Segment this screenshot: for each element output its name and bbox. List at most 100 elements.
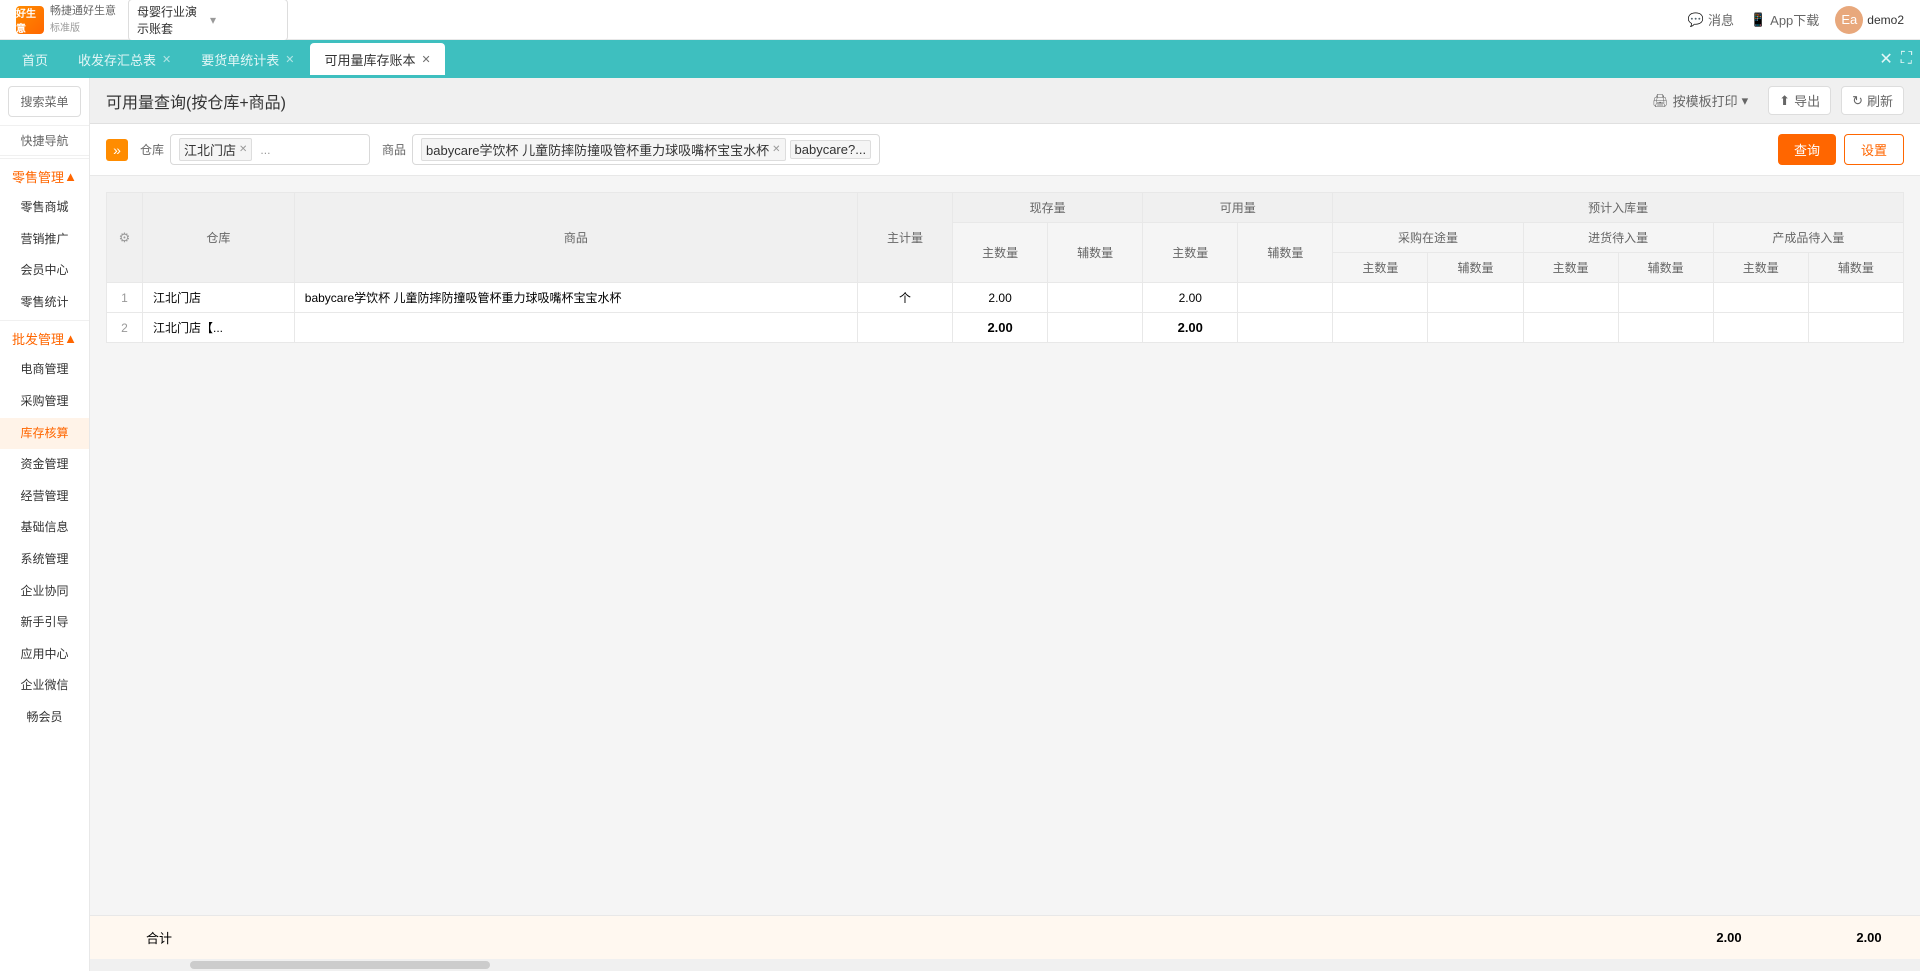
tab-available-stock-close-icon[interactable]: ✕ — [422, 53, 431, 66]
sidebar-divider-2 — [0, 320, 89, 321]
row2-avail-aux — [1238, 313, 1333, 343]
product-filter-label: 商品 — [382, 141, 406, 158]
data-table: ⚙ 仓库 商品 主计量 现存量 可用量 预计入库量 主数量 辅数量 主数量 辅数… — [106, 192, 1904, 343]
tab-receive-summary-close-icon[interactable]: ✕ — [162, 53, 171, 66]
sidebar-item-retail-mall[interactable]: 零售商城 — [0, 192, 89, 224]
sidebar-item-app-center[interactable]: 应用中心 — [0, 639, 89, 671]
footer-avail-main-total: 2.00 — [1834, 924, 1904, 951]
print-chevron-icon: ▾ — [1742, 93, 1749, 109]
col-pt-aux-header: 辅数量 — [1428, 253, 1523, 283]
row2-pt-aux — [1428, 313, 1523, 343]
sidebar-group-wholesale[interactable]: 批发管理 ▲ — [0, 323, 89, 354]
tab-receive-summary[interactable]: 收发存汇总表 ✕ — [64, 43, 185, 75]
sidebar-item-finance[interactable]: 资金管理 — [0, 449, 89, 481]
tab-available-stock[interactable]: 可用量库存账本 ✕ — [310, 43, 444, 75]
user-area[interactable]: Ea demo2 — [1835, 6, 1904, 34]
refresh-button[interactable]: ↻ 刷新 — [1841, 86, 1904, 115]
row2-stock-main: 2.00 — [953, 313, 1048, 343]
sidebar-item-marketing[interactable]: 营销推广 — [0, 224, 89, 256]
sidebar-item-enterprise-wechat[interactable]: 企业微信 — [0, 670, 89, 702]
tab-order-stats[interactable]: 要货单统计表 ✕ — [187, 43, 308, 75]
sidebar-item-enterprise-collab[interactable]: 企业协同 — [0, 576, 89, 608]
sidebar-group-retail[interactable]: 零售管理 ▲ — [0, 161, 89, 192]
avatar: Ea — [1835, 6, 1863, 34]
sidebar-item-ecommerce[interactable]: 电商管理 — [0, 354, 89, 386]
product-tag-close-icon[interactable]: ✕ — [772, 144, 780, 155]
table-scrollbar[interactable] — [90, 959, 1920, 971]
row2-ip-main — [1523, 313, 1618, 343]
col-ip-aux-header: 辅数量 — [1618, 253, 1713, 283]
sidebar-item-vip[interactable]: 畅会员 — [0, 702, 89, 734]
sidebar-group-wholesale-label: 批发管理 — [12, 329, 64, 348]
product-tag-babycare: babycare学饮杯 儿童防摔防撞吸管杯重力球吸嘴杯宝宝水杯 ✕ — [421, 138, 785, 161]
sidebar-item-retail-stats[interactable]: 零售统计 — [0, 287, 89, 319]
industry-label: 母婴行业演示账套 — [137, 3, 206, 37]
top-bar: 好生意 畅捷通好生意 标准版 母婴行业演示账套 ▾ 💬 消息 📱 App下载 E… — [0, 0, 1920, 40]
col-product-header: 商品 — [294, 193, 857, 283]
scroll-thumb[interactable] — [190, 961, 490, 969]
top-bar-left: 好生意 畅捷通好生意 标准版 母婴行业演示账套 ▾ — [16, 0, 288, 41]
tab-available-stock-label: 可用量库存账本 — [324, 50, 415, 69]
footer-product-spacer — [1334, 924, 1634, 951]
col-unit-header: 主计量 — [857, 193, 952, 283]
footer-label: 合计 — [136, 924, 1334, 951]
tab-order-stats-close-icon[interactable]: ✕ — [285, 53, 294, 66]
industry-selector[interactable]: 母婴行业演示账套 ▾ — [128, 0, 288, 41]
logo-text: 畅捷通好生意 — [50, 5, 116, 18]
tab-close-all-icon[interactable]: ✕ — [1879, 49, 1892, 69]
export-label: 导出 — [1794, 91, 1820, 110]
tab-expand-icon[interactable]: ⛶ — [1901, 50, 1912, 68]
warehouse-tag-input[interactable]: 江北门店 ✕ ... — [170, 134, 370, 165]
warehouse-tag-close-icon[interactable]: ✕ — [239, 144, 247, 155]
app-download-button[interactable]: 📱 App下载 — [1750, 10, 1819, 29]
settings-button[interactable]: 设置 — [1844, 134, 1904, 165]
search-menu-button[interactable]: 搜索菜单 — [8, 86, 81, 117]
sidebar-search: 搜索菜单 — [0, 78, 89, 126]
message-icon: 💬 — [1688, 12, 1704, 28]
sidebar-item-new-guide[interactable]: 新手引导 — [0, 607, 89, 639]
row2-fp-aux — [1808, 313, 1903, 343]
sidebar-item-sys-mgmt[interactable]: 系统管理 — [0, 544, 89, 576]
table-body: 1 江北门店 babycare学饮杯 儿童防摔防撞吸管杯重力球吸嘴杯宝宝水杯 个… — [107, 283, 1904, 343]
warehouse-more-icon[interactable]: ... — [256, 143, 274, 157]
col-stock-header: 现存量 — [953, 193, 1143, 223]
settings-col-icon[interactable]: ⚙ — [119, 230, 131, 245]
table-header-row1: ⚙ 仓库 商品 主计量 现存量 可用量 预计入库量 — [107, 193, 1904, 223]
tab-home[interactable]: 首页 — [8, 43, 62, 75]
sidebar-divider-1 — [0, 158, 89, 159]
message-button[interactable]: 💬 消息 — [1688, 10, 1734, 29]
sidebar-item-purchase[interactable]: 采购管理 — [0, 386, 89, 418]
logo-area: 好生意 畅捷通好生意 标准版 — [16, 5, 116, 33]
row2-num: 2 — [107, 313, 143, 343]
sidebar-item-ops[interactable]: 经营管理 — [0, 481, 89, 513]
print-template-button[interactable]: 🖨 按模板打印 ▾ — [1642, 87, 1758, 114]
sidebar-item-member-center[interactable]: 会员中心 — [0, 255, 89, 287]
message-label: 消息 — [1708, 10, 1734, 29]
sidebar-item-quick-nav[interactable]: 快捷导航 — [0, 126, 89, 156]
table-row: 1 江北门店 babycare学饮杯 儿童防摔防撞吸管杯重力球吸嘴杯宝宝水杯 个… — [107, 283, 1904, 313]
download-icon: 📱 — [1750, 12, 1766, 28]
sidebar-item-inventory-check[interactable]: 库存核算 — [0, 418, 89, 450]
filter-expand-button[interactable]: » — [106, 139, 128, 161]
query-button[interactable]: 查询 — [1778, 134, 1836, 165]
product-tag-label: babycare学饮杯 儿童防摔防撞吸管杯重力球吸嘴杯宝宝水杯 — [426, 140, 769, 159]
row2-product — [294, 313, 857, 343]
col-avail-aux-header: 辅数量 — [1238, 223, 1333, 283]
table-row: 2 江北门店【... 2.00 2.00 — [107, 313, 1904, 343]
logo-icon: 好生意 — [16, 6, 44, 34]
row1-pt-aux — [1428, 283, 1523, 313]
app-download-label: App下载 — [1770, 10, 1819, 29]
row1-ip-aux — [1618, 283, 1713, 313]
main-layout: 搜索菜单 快捷导航 零售管理 ▲ 零售商城 营销推广 会员中心 零售统计 批发管… — [0, 78, 1920, 971]
export-icon: ⬆ — [1779, 93, 1790, 109]
row1-stock-aux — [1048, 283, 1143, 313]
footer-stock-main-total: 2.00 — [1694, 924, 1764, 951]
product-tag-input[interactable]: babycare学饮杯 儿童防摔防撞吸管杯重力球吸嘴杯宝宝水杯 ✕ babyca… — [412, 134, 880, 165]
warehouse-filter-label: 仓库 — [140, 141, 164, 158]
export-button[interactable]: ⬆ 导出 — [1768, 86, 1831, 115]
sidebar-item-basic-info[interactable]: 基础信息 — [0, 512, 89, 544]
row1-fp-aux — [1808, 283, 1903, 313]
refresh-label: 刷新 — [1867, 91, 1893, 110]
sidebar-group-retail-chevron: ▲ — [64, 169, 77, 184]
row2-unit — [857, 313, 952, 343]
